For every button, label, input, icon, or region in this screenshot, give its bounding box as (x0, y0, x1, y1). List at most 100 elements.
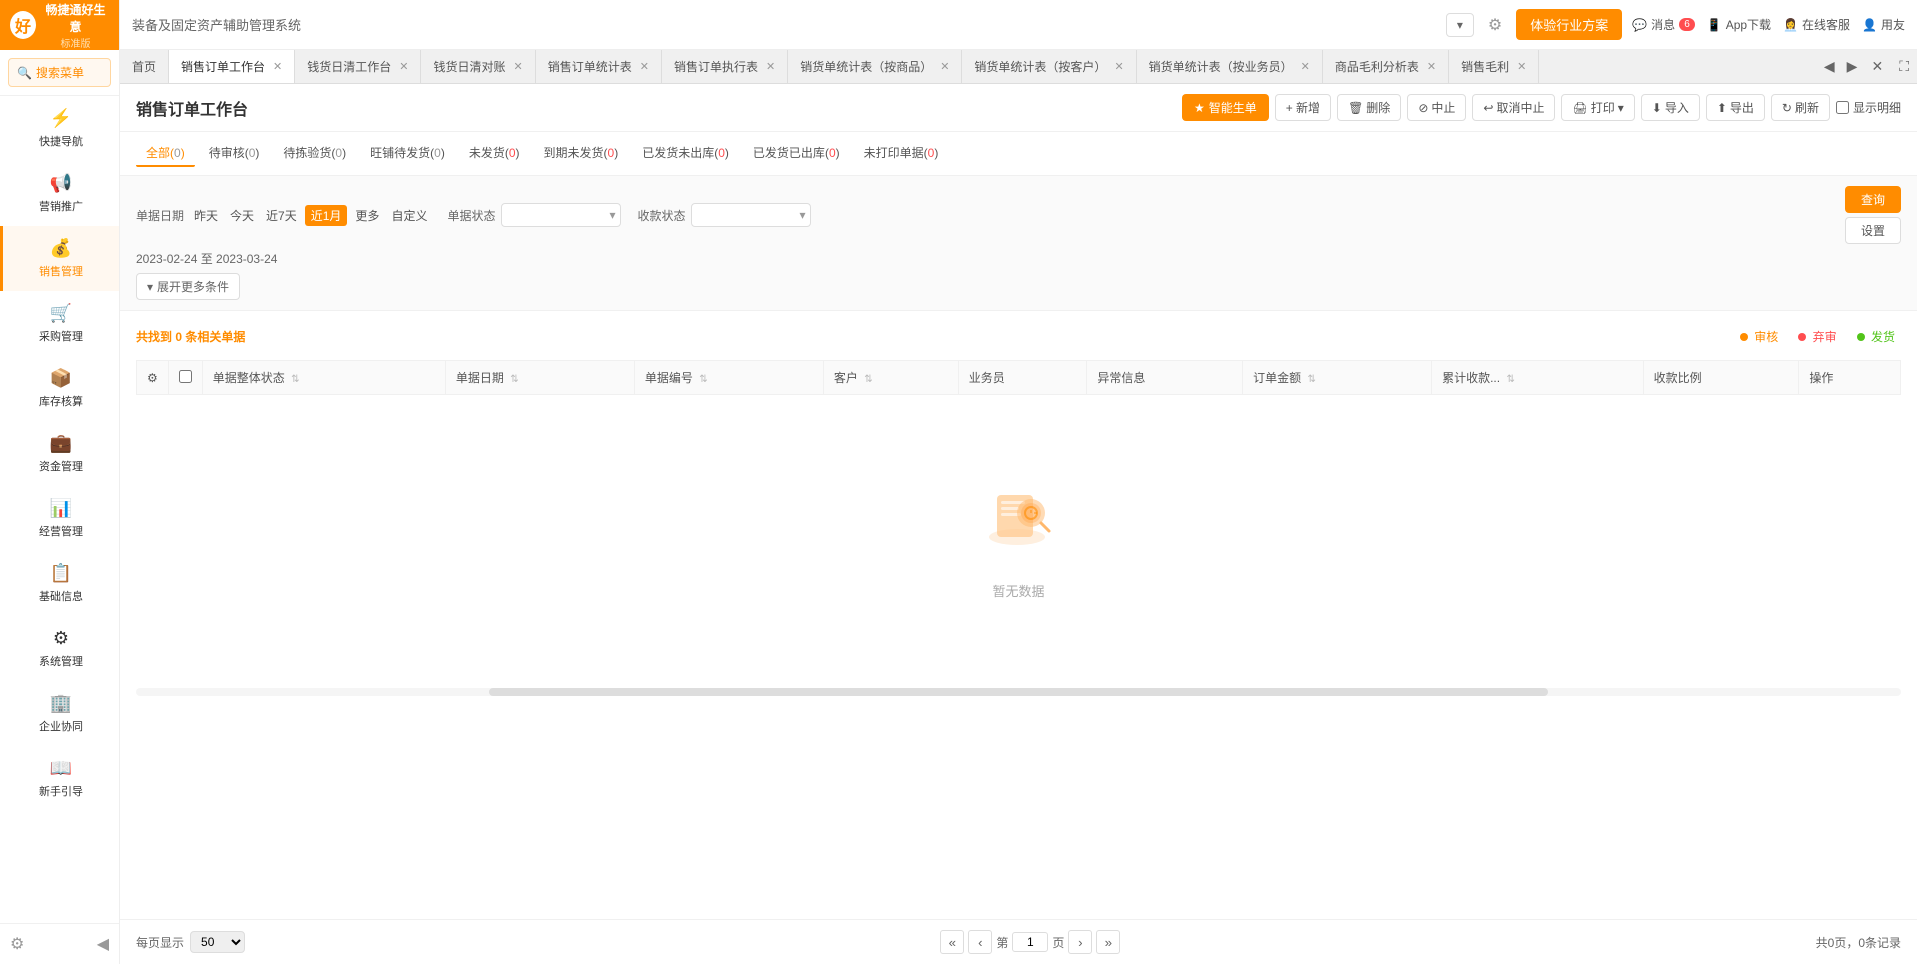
tab-close-sales-exec[interactable]: ✕ (766, 60, 775, 73)
sidebar-item-enterprise[interactable]: 🏢 企业协同 (0, 681, 119, 746)
sidebar-item-basic-info[interactable]: 📋 基础信息 (0, 551, 119, 616)
date-opt-1month[interactable]: 近1月 (305, 205, 348, 226)
th-checkbox[interactable] (168, 361, 202, 395)
cancel-stop-button[interactable]: ↩ 取消中止 (1472, 94, 1555, 121)
tab-scroll-right[interactable]: ▶ (1841, 50, 1864, 83)
page-first-button[interactable]: « (940, 930, 964, 954)
sidebar-item-system[interactable]: ⚙ 系统管理 (0, 616, 119, 681)
sidebar-collapse-button[interactable]: ◀ (97, 934, 109, 954)
page-last-button[interactable]: » (1096, 930, 1120, 954)
tab-cash-daily[interactable]: 钱货日清工作台 ✕ (295, 50, 421, 83)
expand-button[interactable]: ▾ 展开更多条件 (136, 273, 240, 300)
subtab-all[interactable]: 全部(0) (136, 140, 195, 167)
subtab-wangpu[interactable]: 旺铺待发货(0) (360, 140, 455, 167)
show-details-label[interactable]: 显示明细 (1836, 99, 1901, 116)
purchase-label: 采购管理 (39, 328, 83, 344)
tab-close-sales-customer[interactable]: ✕ (1114, 60, 1123, 73)
subtab-expired[interactable]: 到期未发货(0) (534, 140, 629, 167)
tab-close-sales-workbench[interactable]: ✕ (273, 60, 282, 73)
date-sort-icon[interactable]: ⇅ (510, 374, 518, 385)
status-select[interactable] (501, 203, 621, 227)
date-opt-custom[interactable]: 自定义 (387, 205, 431, 226)
customer-sort-icon[interactable]: ⇅ (864, 374, 872, 385)
system-dropdown-button[interactable]: ▾ (1446, 13, 1474, 37)
sidebar-item-finance[interactable]: 💼 资金管理 (0, 421, 119, 486)
tab-close-cash-reconcile[interactable]: ✕ (514, 60, 523, 73)
tab-home[interactable]: 首页 (120, 50, 169, 83)
tab-sales-stats[interactable]: 销售订单统计表 ✕ (536, 50, 662, 83)
tab-cash-reconcile[interactable]: 钱货日清对账 ✕ (421, 50, 535, 83)
new-button[interactable]: + 新增 (1275, 94, 1331, 121)
approve-button[interactable]: 审核 (1734, 325, 1784, 348)
page-next-button[interactable]: › (1068, 930, 1092, 954)
sidebar-item-purchase[interactable]: 🛒 采购管理 (0, 291, 119, 356)
ship-button[interactable]: 发货 (1851, 325, 1901, 348)
sidebar-item-operations[interactable]: 📊 经营管理 (0, 486, 119, 551)
subtab-not-shipped[interactable]: 未发货(0) (459, 140, 530, 167)
tab-margin[interactable]: 商品毛利分析表 ✕ (1323, 50, 1449, 83)
select-all-checkbox[interactable] (179, 370, 192, 383)
tab-scroll-left[interactable]: ◀ (1818, 50, 1841, 83)
page-prev-button[interactable]: ‹ (968, 930, 992, 954)
date-opt-7days[interactable]: 近7天 (262, 205, 301, 226)
trial-button[interactable]: 体验行业方案 (1516, 9, 1622, 40)
tab-sales-product[interactable]: 销货单统计表（按商品） ✕ (788, 50, 962, 83)
tab-sales-exec[interactable]: 销售订单执行表 ✕ (662, 50, 788, 83)
status-sort-icon[interactable]: ⇅ (291, 374, 299, 385)
tab-sales-workbench[interactable]: 销售订单工作台 ✕ (169, 50, 295, 83)
payment-select[interactable] (691, 203, 811, 227)
tab-close-sales-product[interactable]: ✕ (940, 60, 949, 73)
set-button[interactable]: 设置 (1845, 217, 1901, 244)
scroll-thumb[interactable] (489, 688, 1548, 696)
subtab-not-printed[interactable]: 未打印单据(0) (854, 140, 949, 167)
tab-expand[interactable]: ⛶ (1891, 52, 1917, 81)
smart-order-button[interactable]: ★ 智能生单 (1182, 94, 1269, 121)
tab-sales-staff[interactable]: 销货单统计表（按业务员） ✕ (1137, 50, 1323, 83)
user-item[interactable]: 👤 用友 (1862, 16, 1905, 33)
query-button[interactable]: 查询 (1845, 186, 1901, 213)
tab-close-sales-staff[interactable]: ✕ (1301, 60, 1310, 73)
tab-close-sales-profit[interactable]: ✕ (1517, 60, 1526, 73)
subtab-shipped-not-out[interactable]: 已发货未出库(0) (632, 140, 739, 167)
delete-button[interactable]: 🗑 删除 (1337, 94, 1401, 121)
empty-icon (979, 475, 1059, 569)
import-button[interactable]: ⬇ 导入 (1641, 94, 1700, 121)
date-opt-more[interactable]: 更多 (351, 205, 383, 226)
tab-close-margin[interactable]: ✕ (1427, 60, 1436, 73)
print-button[interactable]: 🖨 打印 ▾ (1561, 94, 1634, 121)
page-size-select[interactable]: 50 100 200 (190, 931, 245, 953)
th-settings[interactable]: ⚙ (137, 361, 169, 395)
sidebar-settings-button[interactable]: ⚙ (10, 934, 24, 954)
sidebar-item-sales[interactable]: 💰 销售管理 (0, 226, 119, 291)
tab-close-cash-daily[interactable]: ✕ (399, 60, 408, 73)
app-download-item[interactable]: 📱 App下载 (1707, 16, 1771, 33)
stop-button[interactable]: ⊘ 中止 (1407, 94, 1466, 121)
online-service-item[interactable]: 👩‍💼 在线客服 (1783, 16, 1850, 33)
reject-button[interactable]: 弃审 (1792, 325, 1842, 348)
date-opt-today[interactable]: 今天 (226, 205, 258, 226)
subtab-pending-check[interactable]: 待拣验货(0) (273, 140, 356, 167)
sidebar-item-guide[interactable]: 📖 新手引导 (0, 746, 119, 811)
message-item[interactable]: 💬 消息 6 (1632, 16, 1695, 33)
logo-badge: 标准版 (42, 35, 109, 50)
tab-close-all[interactable]: ✕ (1863, 52, 1891, 81)
number-sort-icon[interactable]: ⇅ (699, 374, 707, 385)
sidebar-item-marketing[interactable]: 📢 营销推广 (0, 161, 119, 226)
search-menu-button[interactable]: 🔍 搜索菜单 (8, 58, 111, 87)
date-opt-yesterday[interactable]: 昨天 (190, 205, 222, 226)
sidebar-item-quick-nav[interactable]: ⚡ 快捷导航 (0, 96, 119, 161)
received-sort-icon[interactable]: ⇅ (1506, 374, 1514, 385)
tab-sales-customer[interactable]: 销货单统计表（按客户） ✕ (962, 50, 1136, 83)
export-button[interactable]: ⬆ 导出 (1706, 94, 1765, 121)
subtab-pending[interactable]: 待审核(0) (199, 140, 270, 167)
topbar-settings-button[interactable]: ⚙ (1484, 11, 1506, 39)
amount-sort-icon[interactable]: ⇅ (1307, 374, 1315, 385)
horizontal-scroll[interactable] (136, 688, 1901, 696)
refresh-button[interactable]: ↻ 刷新 (1771, 94, 1830, 121)
tab-close-sales-stats[interactable]: ✕ (640, 60, 649, 73)
show-details-checkbox[interactable] (1836, 101, 1849, 114)
sidebar-item-inventory[interactable]: 📦 库存核算 (0, 356, 119, 421)
tab-sales-profit[interactable]: 销售毛利 ✕ (1449, 50, 1539, 83)
page-number-input[interactable] (1012, 932, 1048, 952)
subtab-shipped-out[interactable]: 已发货已出库(0) (743, 140, 850, 167)
